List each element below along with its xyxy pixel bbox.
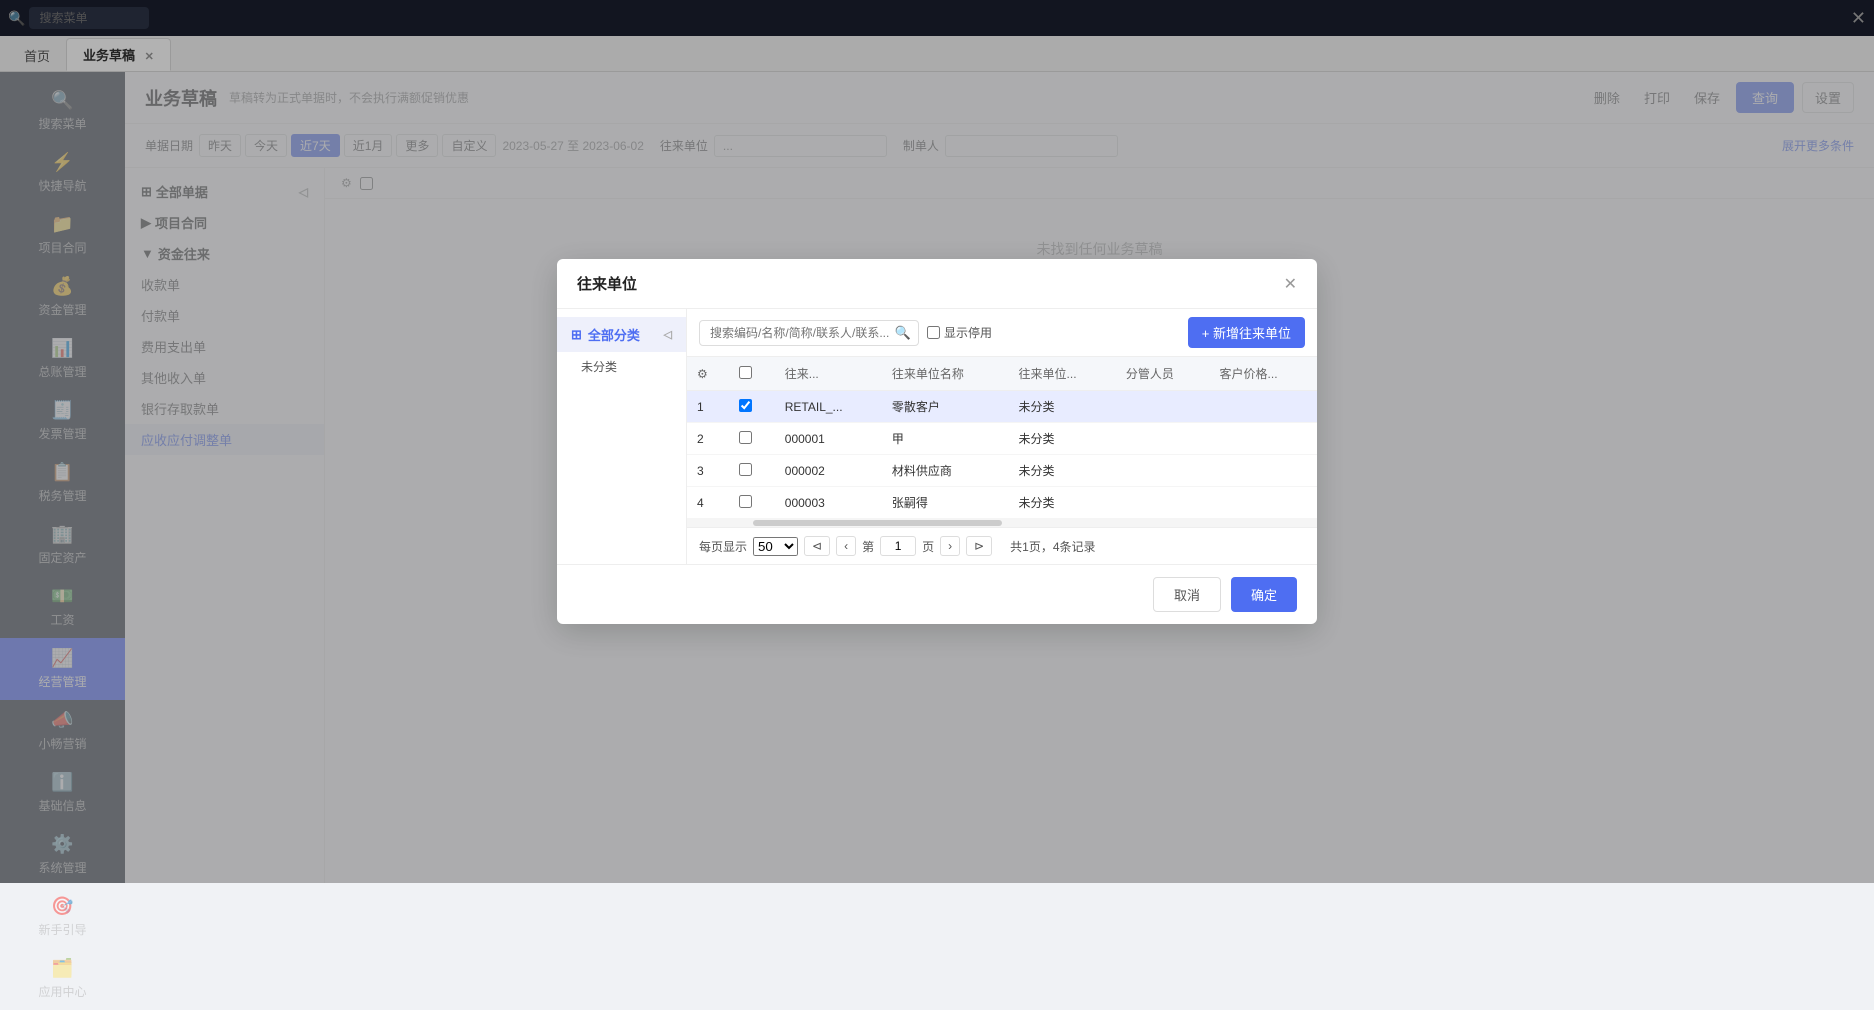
modal-collapse-icon[interactable]: ◁ — [664, 328, 672, 341]
th-settings: ⚙ — [687, 357, 729, 391]
th-code: 往来... — [775, 357, 882, 391]
modal-table-header: ⚙ 往来... 往来单位名称 往来单位... 分管人员 客户价格... — [687, 357, 1317, 391]
row-name: 材料供应商 — [882, 455, 1009, 487]
modal-pagination: 每页显示 50 100 200 ⊲ ‹ 第 页 › ⊳ 共1页，4条记录 — [687, 527, 1317, 564]
page-number-input[interactable] — [880, 536, 916, 556]
total-records: 共1页，4条记录 — [1010, 538, 1095, 555]
sidebar-item-guide[interactable]: 🎯 新手引导 — [0, 886, 125, 948]
modal-scrollbar-thumb — [753, 520, 1002, 526]
grid-icon-modal: ⊞ — [571, 327, 582, 343]
modal-left-nav: ⊞ 全部分类 ◁ 未分类 — [557, 309, 687, 564]
row-code: RETAIL_... — [775, 391, 882, 423]
modal-select-all[interactable] — [739, 366, 752, 379]
modal-search-wrap: 🔍 — [699, 320, 919, 346]
row-price — [1210, 455, 1317, 487]
modal-title: 往来单位 — [577, 273, 637, 294]
modal-table-row[interactable]: 3 000002 材料供应商 未分类 — [687, 455, 1317, 487]
partner-modal: 往来单位 ✕ ⊞ 全部分类 ◁ 未分类 — [557, 259, 1317, 624]
modal-toolbar: 🔍 显示停用 + 新增往来单位 — [687, 309, 1317, 357]
row-manager — [1116, 391, 1210, 423]
row-no: 2 — [687, 423, 729, 455]
modal-table-row[interactable]: 4 000003 张嗣得 未分类 — [687, 487, 1317, 519]
modal-search-icon: 🔍 — [895, 325, 911, 341]
row-category: 未分类 — [1009, 487, 1116, 519]
row-manager — [1116, 455, 1210, 487]
add-partner-button[interactable]: + 新增往来单位 — [1188, 317, 1305, 348]
page-last-btn[interactable]: ⊳ — [966, 536, 992, 556]
row-category: 未分类 — [1009, 391, 1116, 423]
th-category: 往来单位... — [1009, 357, 1116, 391]
row-price — [1210, 487, 1317, 519]
modal-body: ⊞ 全部分类 ◁ 未分类 🔍 显示停 — [557, 309, 1317, 564]
modal-close-icon[interactable]: ✕ — [1284, 274, 1297, 294]
row-category: 未分类 — [1009, 423, 1116, 455]
th-checkbox — [729, 357, 774, 391]
row-category: 未分类 — [1009, 455, 1116, 487]
modal-table-wrap: ⚙ 往来... 往来单位名称 往来单位... 分管人员 客户价格... 1 — [687, 357, 1317, 519]
confirm-button[interactable]: 确定 — [1231, 577, 1297, 612]
row-code: 000002 — [775, 455, 882, 487]
per-page-select[interactable]: 50 100 200 — [753, 537, 798, 556]
show-inactive-wrap: 显示停用 — [927, 324, 992, 341]
page-first-btn[interactable]: ⊲ — [804, 536, 830, 556]
modal-nav-unclassified[interactable]: 未分类 — [557, 352, 686, 381]
cancel-button[interactable]: 取消 — [1153, 577, 1221, 612]
modal-table-row[interactable]: 2 000001 甲 未分类 — [687, 423, 1317, 455]
row-checkbox[interactable] — [729, 423, 774, 455]
row-no: 3 — [687, 455, 729, 487]
guide-icon: 🎯 — [51, 896, 73, 917]
sidebar-item-apps[interactable]: 🗂️ 应用中心 — [0, 948, 125, 1010]
modal-nav-all[interactable]: ⊞ 全部分类 ◁ — [557, 317, 686, 352]
modal-header: 往来单位 ✕ — [557, 259, 1317, 309]
row-no: 4 — [687, 487, 729, 519]
row-checkbox[interactable] — [729, 455, 774, 487]
row-price — [1210, 423, 1317, 455]
row-checkbox[interactable] — [729, 391, 774, 423]
row-price — [1210, 391, 1317, 423]
modal-right: 🔍 显示停用 + 新增往来单位 ⚙ — [687, 309, 1317, 564]
show-inactive-checkbox[interactable] — [927, 326, 940, 339]
row-code: 000003 — [775, 487, 882, 519]
th-manager: 分管人员 — [1116, 357, 1210, 391]
row-name: 零散客户 — [882, 391, 1009, 423]
row-manager — [1116, 487, 1210, 519]
page-next-btn[interactable]: › — [940, 536, 960, 556]
row-code: 000001 — [775, 423, 882, 455]
th-price: 客户价格... — [1210, 357, 1317, 391]
row-name: 甲 — [882, 423, 1009, 455]
row-name: 张嗣得 — [882, 487, 1009, 519]
modal-footer: 取消 确定 — [557, 564, 1317, 624]
page-prev-btn[interactable]: ‹ — [836, 536, 856, 556]
modal-overlay: 往来单位 ✕ ⊞ 全部分类 ◁ 未分类 — [0, 0, 1874, 883]
modal-scrollbar[interactable] — [687, 519, 1317, 527]
apps-icon: 🗂️ — [51, 958, 73, 979]
modal-search-input[interactable] — [699, 320, 919, 346]
row-checkbox[interactable] — [729, 487, 774, 519]
modal-table: ⚙ 往来... 往来单位名称 往来单位... 分管人员 客户价格... 1 — [687, 357, 1317, 519]
modal-table-row[interactable]: 1 RETAIL_... 零散客户 未分类 — [687, 391, 1317, 423]
th-name: 往来单位名称 — [882, 357, 1009, 391]
row-no: 1 — [687, 391, 729, 423]
row-manager — [1116, 423, 1210, 455]
